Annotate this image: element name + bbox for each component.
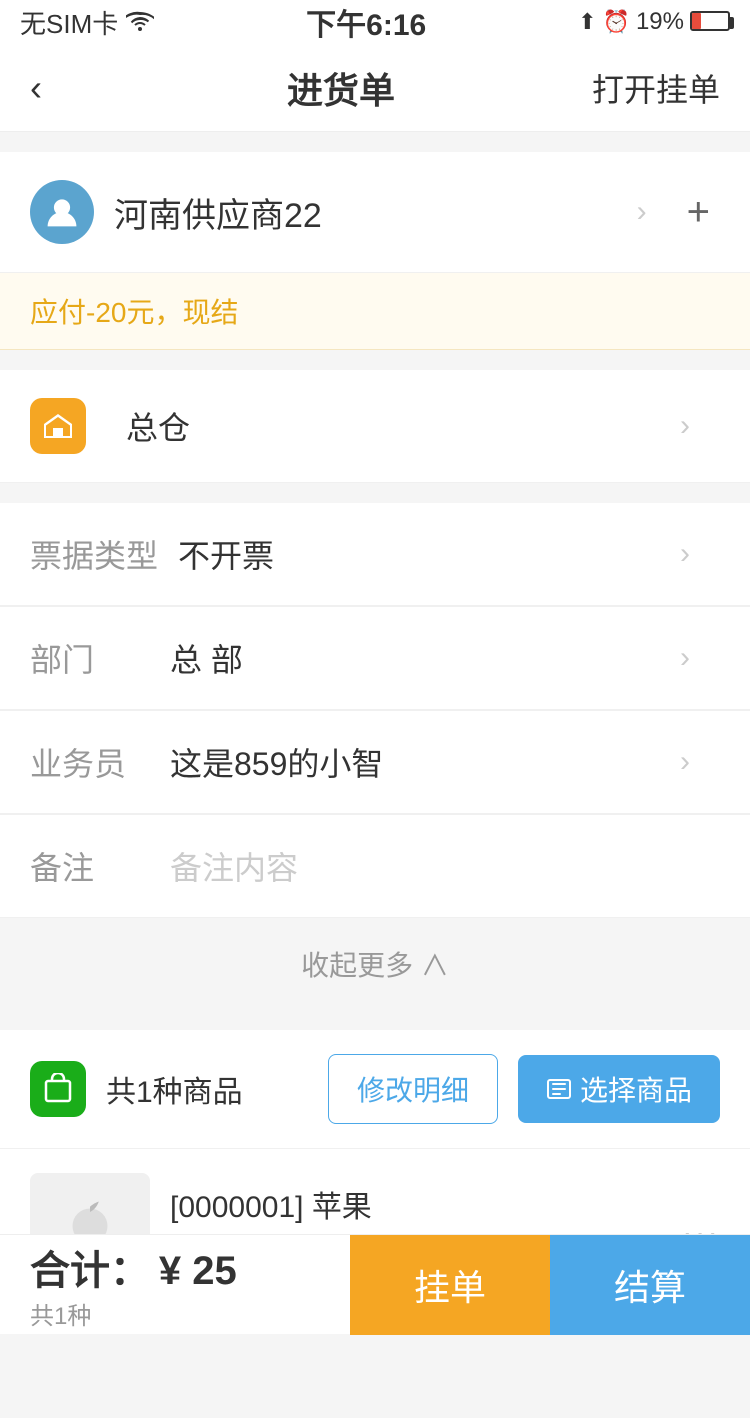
divider-top: [0, 132, 750, 152]
remark-label: 备注: [30, 843, 150, 889]
invoice-value: 不开票: [178, 531, 680, 577]
department-section: 部门 总 部 ›: [0, 606, 750, 710]
battery-percent: 19%: [636, 8, 684, 36]
supplier-name: 河南供应商22: [114, 188, 637, 237]
status-time: 下午6:16: [306, 0, 426, 44]
wifi-icon: [126, 7, 154, 38]
department-label: 部门: [30, 635, 150, 681]
battery-icon: [690, 8, 730, 36]
salesperson-row[interactable]: 业务员 这是859的小智 ›: [0, 710, 750, 814]
invoice-row[interactable]: 票据类型 不开票 ›: [0, 503, 750, 606]
footer-total-main: 合计： ¥ 25: [30, 1238, 320, 1296]
select-product-icon: [546, 1076, 572, 1102]
status-carrier: 无SIM卡: [20, 4, 154, 41]
add-button[interactable]: +: [677, 190, 720, 235]
department-row[interactable]: 部门 总 部 ›: [0, 606, 750, 710]
select-product-button[interactable]: 选择商品: [518, 1055, 720, 1123]
remark-placeholder: 备注内容: [170, 843, 720, 889]
warehouse-name: 总仓: [126, 403, 680, 449]
warehouse-row[interactable]: 总仓 ›: [0, 370, 750, 483]
carrier-text: 无SIM卡: [20, 4, 118, 41]
salesperson-value: 这是859的小智: [170, 739, 680, 785]
invoice-section: 票据类型 不开票 ›: [0, 503, 750, 606]
supplier-row[interactable]: 河南供应商22 › +: [0, 152, 750, 273]
product-count: 共1种商品: [106, 1067, 308, 1111]
department-value: 总 部: [170, 635, 680, 681]
nav-bar: ‹ 进货单 打开挂单: [0, 44, 750, 132]
products-header: 共1种商品 修改明细 选择商品: [0, 1030, 750, 1149]
settle-button[interactable]: 结算: [550, 1235, 750, 1335]
open-hang-button[interactable]: 打开挂单: [592, 65, 720, 111]
invoice-label: 票据类型: [30, 531, 158, 577]
footer-count: 共1种: [30, 1296, 320, 1331]
page-title: 进货单: [287, 62, 395, 114]
salesperson-section: 业务员 这是859的小智 ›: [0, 710, 750, 814]
alarm-icon: ⏰: [603, 9, 630, 35]
divider-1: [0, 350, 750, 370]
status-bar: 无SIM卡 下午6:16 ⬆ ⏰ 19%: [0, 0, 750, 44]
back-button[interactable]: ‹: [30, 67, 90, 109]
edit-detail-button[interactable]: 修改明细: [328, 1054, 498, 1124]
invoice-chevron: ›: [680, 537, 690, 571]
supplier-section: 河南供应商22 › + 应付-20元，现结: [0, 152, 750, 350]
remark-section: 备注 备注内容: [0, 814, 750, 918]
payment-notice: 应付-20元，现结: [0, 273, 750, 350]
footer: 合计： ¥ 25 共1种 挂单 结算: [0, 1234, 750, 1334]
product-id: [0000001]: [170, 1191, 303, 1224]
warehouse-chevron: ›: [680, 409, 690, 443]
warehouse-icon: [30, 398, 86, 454]
supplier-avatar: [30, 180, 94, 244]
divider-2: [0, 483, 750, 503]
hang-button[interactable]: 挂单: [350, 1235, 550, 1335]
select-product-label: 选择商品: [580, 1069, 692, 1109]
divider-3: [0, 1010, 750, 1030]
total-label: 合计：: [30, 1249, 150, 1293]
location-icon: ⬆: [578, 9, 596, 35]
department-chevron: ›: [680, 641, 690, 675]
remark-row[interactable]: 备注 备注内容: [0, 814, 750, 918]
product-icon: [30, 1061, 86, 1117]
product-title: 苹果: [312, 1191, 372, 1224]
salesperson-chevron: ›: [680, 745, 690, 779]
supplier-chevron: ›: [637, 195, 647, 229]
total-amount: ¥ 25: [159, 1249, 237, 1293]
warehouse-section: 总仓 ›: [0, 370, 750, 483]
status-right: ⬆ ⏰ 19%: [578, 8, 730, 36]
collapse-button[interactable]: 收起更多 ∧: [0, 918, 750, 1010]
product-name: [0000001] 苹果: [170, 1182, 662, 1226]
footer-total: 合计： ¥ 25 共1种: [0, 1238, 350, 1331]
salesperson-label: 业务员: [30, 739, 150, 785]
